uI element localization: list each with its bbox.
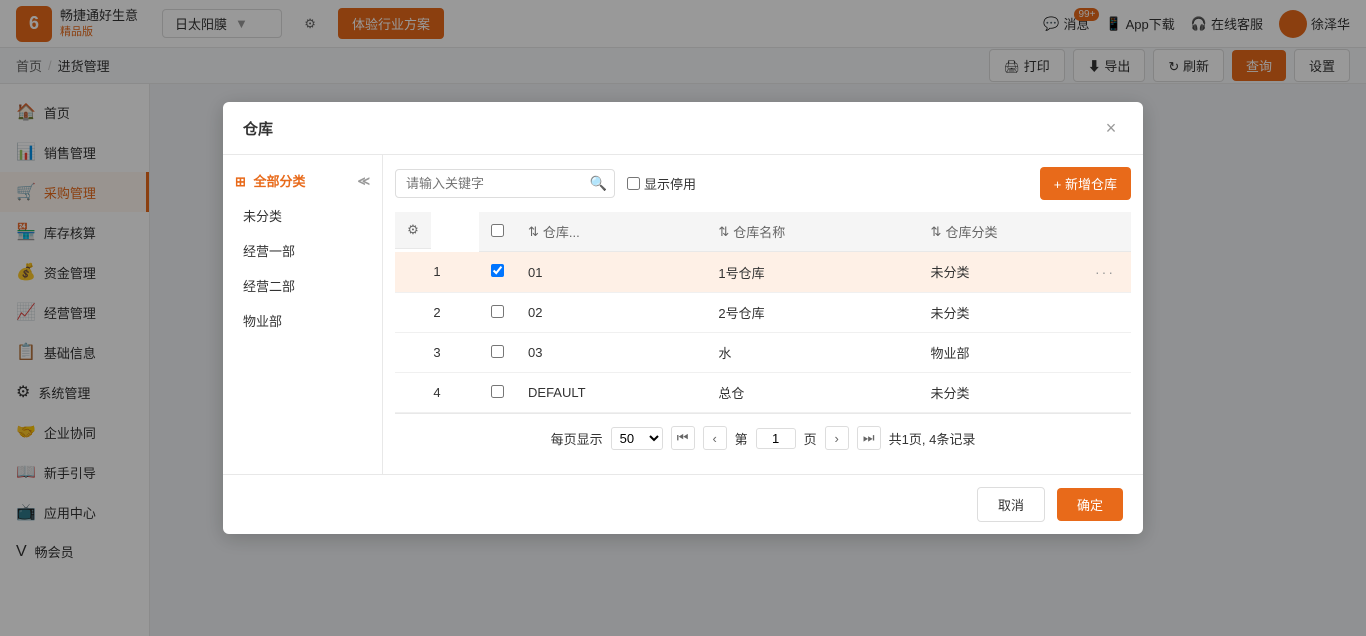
sort-icon-name[interactable]: ⇅ <box>718 224 729 240</box>
category-item-unclassified[interactable]: 未分类 <box>223 198 382 233</box>
page-label-suffix: 页 <box>804 429 817 448</box>
column-name: ⇅ 仓库名称 <box>706 212 918 252</box>
row-name: 水 <box>706 333 918 373</box>
confirm-button[interactable]: 确定 <box>1057 488 1123 521</box>
row-name: 2号仓库 <box>706 293 918 333</box>
row-checkbox-cell[interactable] <box>479 252 516 293</box>
row-checkbox[interactable] <box>491 305 504 318</box>
show-disabled-label[interactable]: 显示停用 <box>627 174 696 193</box>
modal-title: 仓库 <box>243 118 273 139</box>
modal-overlay: 仓库 × ⊞ 全部分类 ≪ 未分类 经营一部 经营二部 物业部 <box>0 0 1366 636</box>
modal-header: 仓库 × <box>223 102 1143 155</box>
pagination-bar: 每页显示 50 100 ⏮ ‹ 第 页 › ⏭ 共1页, 4条记录 <box>395 413 1131 462</box>
row-code: 02 <box>516 293 706 333</box>
category-item-property[interactable]: 物业部 <box>223 303 382 338</box>
row-checkbox-cell[interactable] <box>479 373 516 413</box>
modal-search-bar: 🔍 显示停用 + 新增仓库 <box>395 167 1131 200</box>
column-settings-icon: ⚙ <box>407 222 419 238</box>
row-checkbox[interactable] <box>491 264 504 277</box>
search-input[interactable] <box>395 169 615 198</box>
last-page-button[interactable]: ⏭ <box>857 426 881 450</box>
column-checkbox[interactable] <box>479 212 516 252</box>
modal-footer: 取消 确定 <box>223 474 1143 534</box>
table-row[interactable]: 2 02 2号仓库 未分类 <box>395 293 1131 333</box>
search-input-wrap: 🔍 <box>395 169 615 198</box>
total-info: 共1页, 4条记录 <box>889 429 976 448</box>
select-all-checkbox[interactable] <box>491 224 504 237</box>
prev-page-button[interactable]: ‹ <box>703 426 727 450</box>
row-number: 2 <box>395 293 479 333</box>
row-actions-icon[interactable]: ··· <box>1091 262 1119 282</box>
table-row[interactable]: 3 03 水 物业部 <box>395 333 1131 373</box>
table-header-row: ⚙ ⇅ 仓库... <box>395 212 1131 252</box>
category-item-ops2[interactable]: 经营二部 <box>223 268 382 303</box>
modal-close-button[interactable]: × <box>1099 116 1123 140</box>
per-page-label: 每页显示 <box>551 429 603 448</box>
row-checkbox[interactable] <box>491 385 504 398</box>
cancel-button[interactable]: 取消 <box>977 487 1045 522</box>
row-number: 3 <box>395 333 479 373</box>
row-category: 物业部 <box>919 333 1131 373</box>
sort-icon-category[interactable]: ⇅ <box>931 224 942 240</box>
show-disabled-checkbox[interactable] <box>627 177 640 190</box>
table-row[interactable]: 4 DEFAULT 总仓 未分类 <box>395 373 1131 413</box>
next-page-button[interactable]: › <box>825 426 849 450</box>
first-page-button[interactable]: ⏮ <box>671 426 695 450</box>
category-header[interactable]: ⊞ 全部分类 ≪ <box>223 163 382 198</box>
modal-body: ⊞ 全部分类 ≪ 未分类 经营一部 经营二部 物业部 🔍 <box>223 155 1143 474</box>
row-category: 未分类 <box>919 293 1131 333</box>
table-container: ⚙ ⇅ 仓库... <box>395 212 1131 413</box>
page-label-prefix: 第 <box>735 429 748 448</box>
table-row[interactable]: 1 01 1号仓库 未分类 ··· <box>395 252 1131 293</box>
row-name: 总仓 <box>706 373 918 413</box>
sort-icon[interactable]: ⇅ <box>528 224 539 240</box>
add-warehouse-button[interactable]: + 新增仓库 <box>1040 167 1131 200</box>
row-name: 1号仓库 <box>706 252 918 293</box>
warehouse-modal: 仓库 × ⊞ 全部分类 ≪ 未分类 经营一部 经营二部 物业部 <box>223 102 1143 534</box>
row-checkbox-cell[interactable] <box>479 293 516 333</box>
column-settings[interactable]: ⚙ <box>395 212 431 249</box>
row-checkbox-cell[interactable] <box>479 333 516 373</box>
modal-table-area: 🔍 显示停用 + 新增仓库 ⚙ <box>383 155 1143 474</box>
row-code: 01 <box>516 252 706 293</box>
warehouse-table: ⚙ ⇅ 仓库... <box>395 212 1131 413</box>
row-category: 未分类 ··· <box>919 252 1131 293</box>
category-item-ops1[interactable]: 经营一部 <box>223 233 382 268</box>
column-category: ⇅ 仓库分类 <box>919 212 1131 252</box>
grid-icon: ⊞ <box>235 174 246 189</box>
page-number-input[interactable] <box>756 428 796 449</box>
row-category: 未分类 <box>919 373 1131 413</box>
row-number: 4 <box>395 373 479 413</box>
search-icon: 🔍 <box>590 175 607 192</box>
collapse-icon[interactable]: ≪ <box>357 174 370 188</box>
row-code: 03 <box>516 333 706 373</box>
per-page-select[interactable]: 50 100 <box>611 427 663 450</box>
row-checkbox[interactable] <box>491 345 504 358</box>
category-sidebar: ⊞ 全部分类 ≪ 未分类 经营一部 经营二部 物业部 <box>223 155 383 474</box>
row-number: 1 <box>395 252 479 293</box>
column-code: ⇅ 仓库... <box>516 212 706 252</box>
row-code: DEFAULT <box>516 373 706 413</box>
